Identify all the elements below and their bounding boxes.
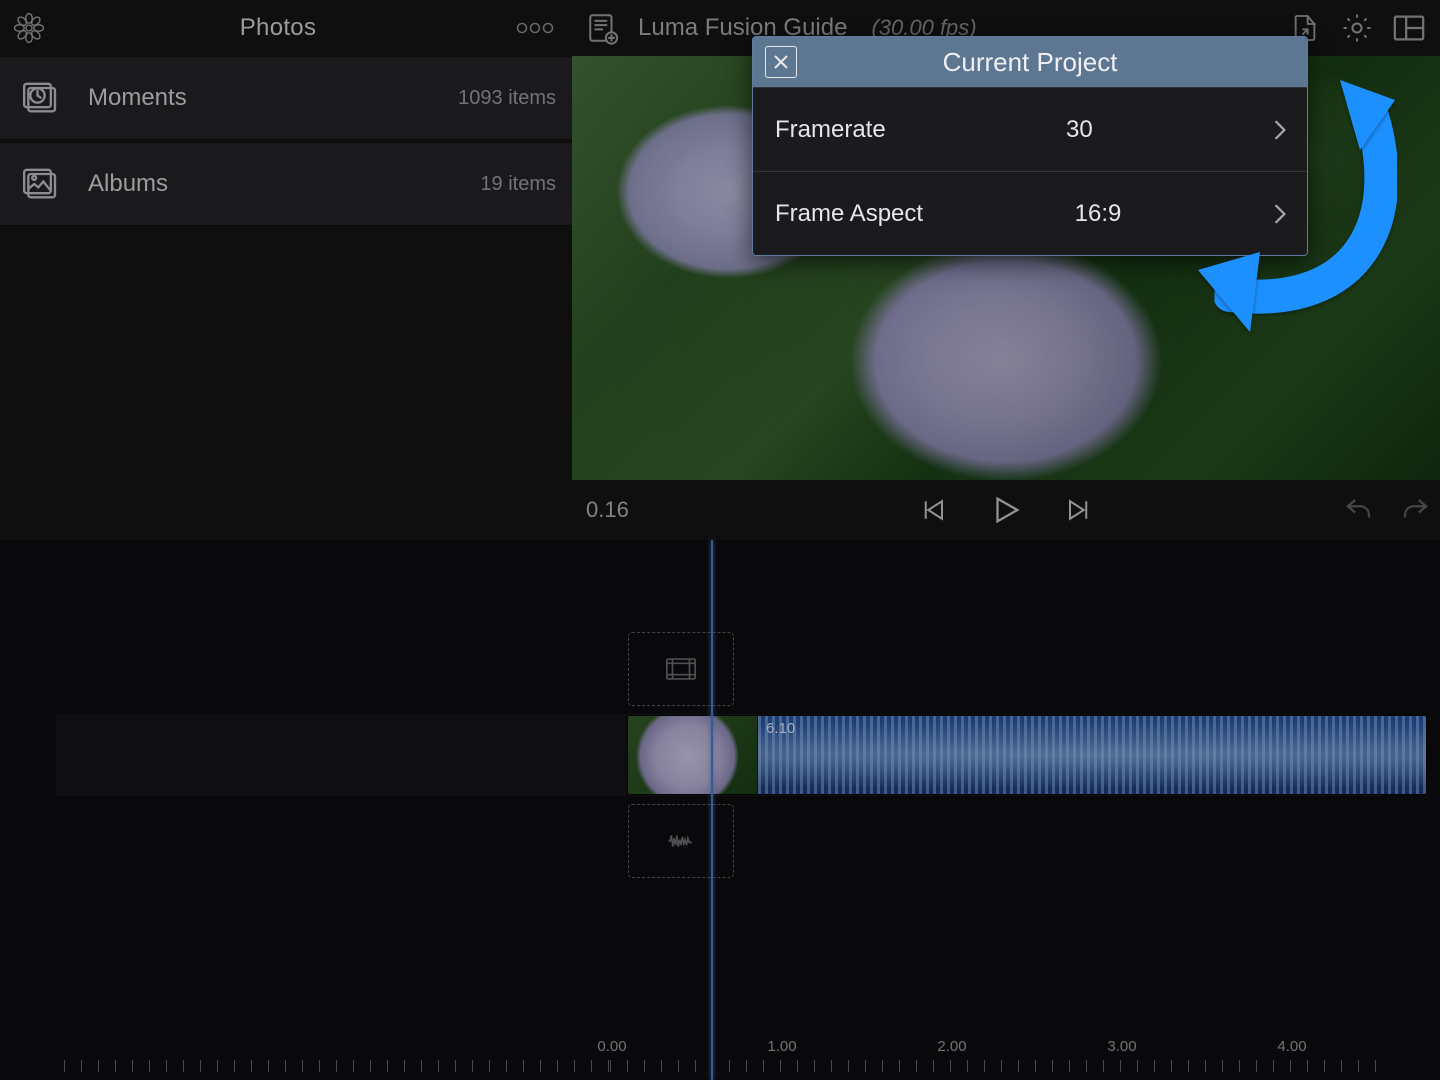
- sidebar-item-label: Moments: [88, 84, 458, 112]
- modal-title: Current Project: [797, 47, 1263, 78]
- timecode-readout: 0.16: [586, 497, 629, 523]
- modal-row-label: Framerate: [775, 116, 886, 144]
- photos-app-icon: [12, 11, 46, 45]
- video-overlay-dropzone[interactable]: [628, 632, 734, 706]
- layout-icon[interactable]: [1392, 11, 1426, 45]
- sidebar-item-count: 1093 items: [458, 87, 556, 110]
- playhead[interactable]: [711, 540, 713, 1080]
- ruler-labels: 0.00 1.00 2.00 3.00 4.00: [56, 1038, 1384, 1058]
- skip-back-icon[interactable]: [917, 495, 947, 525]
- current-project-modal: Current Project Framerate 30 Frame Aspec…: [752, 36, 1308, 256]
- ruler-ticks: [56, 1060, 1384, 1072]
- play-icon[interactable]: [989, 493, 1023, 527]
- timeline-panel: 6.10 0.00 1.00 2.00 3.00 4.00: [0, 540, 1440, 1080]
- sidebar-item-moments[interactable]: Moments 1093 items: [0, 56, 572, 140]
- timeline-tracks[interactable]: 6.10 0.00 1.00 2.00 3.00 4.00: [56, 540, 1384, 1080]
- modal-header: Current Project: [753, 37, 1307, 87]
- moments-icon: [20, 78, 60, 118]
- modal-row-value: 16:9: [923, 200, 1273, 228]
- redo-icon[interactable]: [1400, 495, 1430, 525]
- modal-row-value: 30: [886, 116, 1273, 144]
- modal-row-aspect[interactable]: Frame Aspect 16:9: [753, 171, 1307, 255]
- settings-gear-icon[interactable]: [1340, 11, 1374, 45]
- sidebar-header: Photos: [0, 0, 572, 56]
- add-media-icon[interactable]: [586, 11, 620, 45]
- time-ruler[interactable]: 0.00 1.00 2.00 3.00 4.00: [56, 1038, 1384, 1072]
- undo-icon[interactable]: [1344, 495, 1374, 525]
- modal-row-framerate[interactable]: Framerate 30: [753, 87, 1307, 171]
- sidebar-item-albums[interactable]: Albums 19 items: [0, 142, 572, 226]
- albums-icon: [20, 164, 60, 204]
- timeline-clip[interactable]: 6.10: [628, 716, 1426, 794]
- clip-duration-label: 6.10: [766, 720, 795, 737]
- modal-row-label: Frame Aspect: [775, 200, 923, 228]
- transport-bar: 0.16: [572, 480, 1440, 540]
- sidebar-item-label: Albums: [88, 170, 480, 198]
- modal-close-button[interactable]: [765, 46, 797, 78]
- clip-audio-waveform: [758, 716, 1426, 794]
- media-library-sidebar: Photos Moments 1093 items Albums 19 item…: [0, 0, 572, 540]
- sidebar-item-count: 19 items: [480, 173, 556, 196]
- skip-forward-icon[interactable]: [1065, 495, 1095, 525]
- audio-track-dropzone[interactable]: [628, 804, 734, 878]
- chevron-right-icon: [1273, 119, 1287, 141]
- clip-thumbnail: [628, 716, 758, 794]
- more-options-icon[interactable]: [510, 16, 560, 40]
- sidebar-title: Photos: [46, 14, 510, 42]
- chevron-right-icon: [1273, 203, 1287, 225]
